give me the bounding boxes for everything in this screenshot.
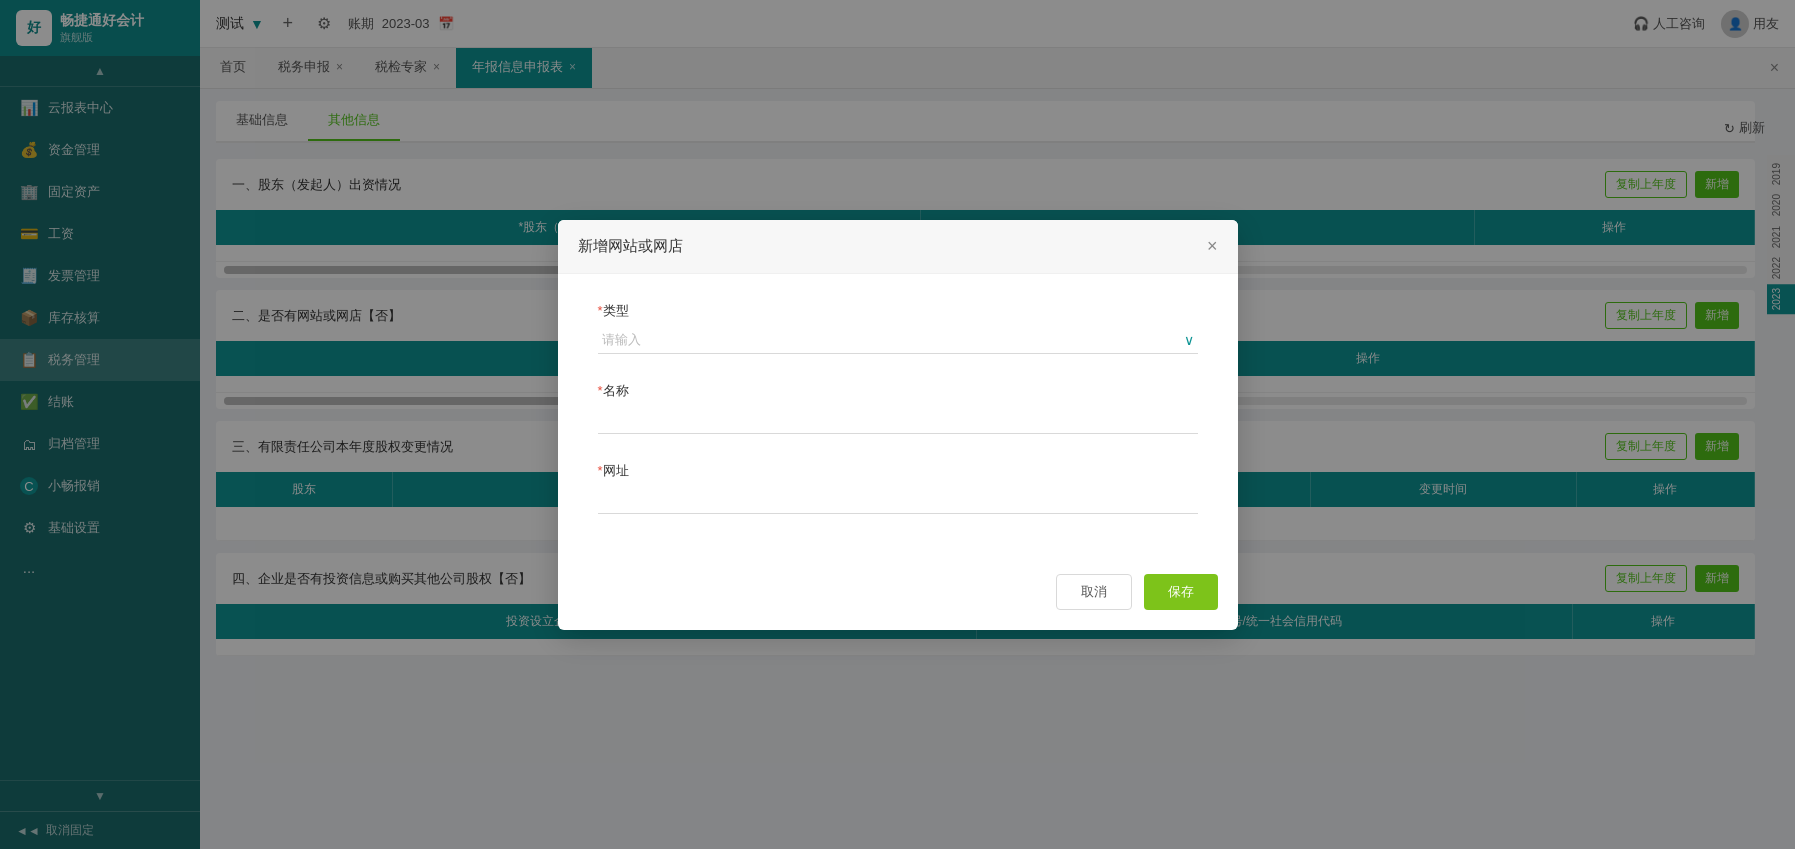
required-star-name: * [598,383,603,398]
modal-close-button[interactable]: × [1207,236,1218,257]
modal-add-website: 新增网站或网店 × *类型 ∨ *名称 [558,220,1238,630]
form-row-type: *类型 ∨ [598,302,1198,354]
cancel-button[interactable]: 取消 [1056,574,1132,610]
save-button[interactable]: 保存 [1144,574,1218,610]
modal-overlay[interactable]: 新增网站或网店 × *类型 ∨ *名称 [0,0,1795,849]
modal-footer: 取消 保存 [558,562,1238,630]
form-row-name: *名称 [598,382,1198,434]
type-select-wrapper: ∨ [598,326,1198,354]
form-row-url: *网址 [598,462,1198,514]
required-star-type: * [598,303,603,318]
type-input[interactable] [598,326,1198,354]
url-label: *网址 [598,462,1198,480]
type-label: *类型 [598,302,1198,320]
modal-body: *类型 ∨ *名称 *网址 [558,274,1238,562]
modal-title: 新增网站或网店 [578,237,683,256]
modal-header: 新增网站或网店 × [558,220,1238,274]
url-input[interactable] [598,486,1198,514]
name-input[interactable] [598,406,1198,434]
name-label: *名称 [598,382,1198,400]
required-star-url: * [598,463,603,478]
